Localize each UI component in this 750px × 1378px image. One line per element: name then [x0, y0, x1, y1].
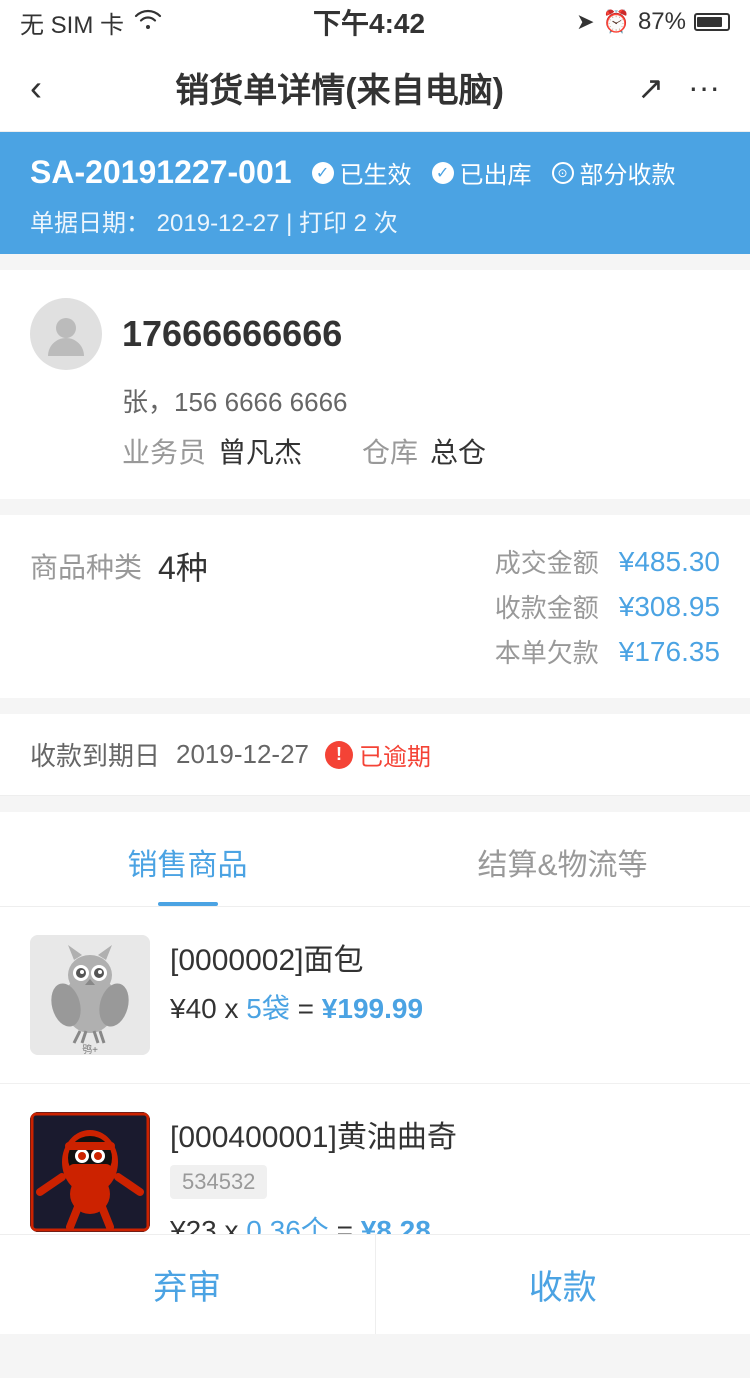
deal-amount-value: ¥485.30 [619, 546, 720, 578]
product-list: 鸮+ [0000002]面包 ¥40 x 5袋 = ¥199.99 [0, 907, 750, 1278]
order-id-text: SA-20191227-001 [30, 154, 292, 191]
nav-right-actions: ↗ ··· [637, 69, 720, 107]
overdue-icon: ! [325, 741, 353, 769]
stats-left: 商品种类 4种 [30, 543, 208, 589]
nav-bar: ‹ 销货单详情(来自电脑) ↗ ··· [0, 44, 750, 132]
overdue-badge: ! 已逾期 [325, 737, 431, 772]
tabs-section: 销售商品 结算&物流等 [0, 812, 750, 1278]
abandon-review-button[interactable]: 弃审 [0, 1235, 376, 1334]
stats-row: 商品种类 4种 成交金额 ¥485.30 收款金额 ¥308.95 本单欠款 ¥… [30, 543, 720, 670]
qty-unit-1: 5袋 [246, 993, 297, 1024]
check-icon-2: ✓ [432, 162, 454, 184]
equals-1: = [298, 993, 322, 1024]
debt-amount-row: 本单欠款 ¥176.35 [495, 633, 720, 670]
status-bar: 无 SIM 卡 下午4:42 ➤ ⏰ 87% [0, 0, 750, 44]
types-count: 4种 [158, 543, 208, 589]
customer-name-phone: 张，156 6666 6666 [30, 382, 720, 419]
product-info-1: [0000002]面包 ¥40 x 5袋 = ¥199.99 [170, 935, 720, 1027]
tab-settlement-logistics[interactable]: 结算&物流等 [375, 812, 750, 906]
avatar [30, 298, 102, 370]
receive-payment-button[interactable]: 收款 [376, 1235, 750, 1334]
stats-section: 商品种类 4种 成交金额 ¥485.30 收款金额 ¥308.95 本单欠款 ¥… [0, 515, 750, 698]
battery-icon [694, 13, 730, 31]
product-thumbnail-1: 鸮+ [30, 935, 150, 1055]
status-badge-shipped: ✓ 已出库 [432, 155, 532, 190]
customer-phone: 17666666666 [122, 313, 342, 355]
order-meta: 单据日期： 2019-12-27 | 打印 2 次 [30, 203, 720, 238]
status-right: ➤ ⏰ 87% [576, 8, 730, 36]
received-label: 收款金额 [495, 588, 599, 625]
product-name-2: [000400001]黄油曲奇 [170, 1112, 720, 1156]
due-date-label: 收款到期日 [30, 736, 160, 773]
customer-extra-info: 业务员 曾凡杰 仓库 总仓 [30, 431, 720, 471]
types-label: 商品种类 [30, 546, 142, 586]
tabs-header: 销售商品 结算&物流等 [0, 812, 750, 907]
wifi-icon [134, 8, 162, 36]
status-badge-effective: ✓ 已生效 [312, 155, 412, 190]
product-sku-2: 534532 [170, 1165, 267, 1199]
time-display: 下午4:42 [313, 2, 425, 42]
customer-section: 17666666666 张，156 6666 6666 业务员 曾凡杰 仓库 总… [0, 270, 750, 499]
product-item: 鸮+ [0000002]面包 ¥40 x 5袋 = ¥199.99 [0, 907, 750, 1084]
multiply-1: x [225, 993, 247, 1024]
warehouse-label: 仓库 [362, 431, 418, 471]
debt-amount-value: ¥176.35 [619, 636, 720, 668]
check-icon-1: ✓ [312, 162, 334, 184]
warehouse-name: 总仓 [430, 431, 486, 471]
carrier-label: 无 SIM 卡 [20, 5, 124, 40]
sales-name: 曾凡杰 [218, 431, 302, 471]
alarm-icon: ⏰ [603, 9, 630, 35]
svg-text:鸮+: 鸮+ [82, 1043, 98, 1055]
order-date: 2019-12-27 [157, 210, 280, 237]
price-1: ¥40 [170, 993, 217, 1024]
product-name-1: [0000002]面包 [170, 935, 720, 979]
debt-label: 本单欠款 [495, 633, 599, 670]
tab-sales-products[interactable]: 销售商品 [0, 812, 375, 906]
sales-info: 业务员 曾凡杰 [122, 431, 302, 471]
received-amount-value: ¥308.95 [619, 591, 720, 623]
warehouse-info: 仓库 总仓 [362, 431, 486, 471]
product-thumbnail-2 [30, 1112, 150, 1232]
sales-label: 业务员 [122, 431, 206, 471]
status-left: 无 SIM 卡 [20, 5, 162, 40]
order-header-banner: SA-20191227-001 ✓ 已生效 ✓ 已出库 ⊙ 部分收款 单据日期：… [0, 132, 750, 254]
more-button[interactable]: ··· [688, 69, 720, 106]
product-types: 商品种类 4种 [30, 543, 208, 589]
bottom-bar: 弃审 收款 [0, 1234, 750, 1334]
deal-amount-row: 成交金额 ¥485.30 [495, 543, 720, 580]
due-date-value: 2019-12-27 [176, 739, 309, 770]
date-label: 单据日期： [30, 210, 150, 237]
product-price-1: ¥40 x 5袋 = ¥199.99 [170, 987, 720, 1027]
total-1: ¥199.99 [322, 993, 423, 1024]
page-title: 销货单详情(来自电脑) [175, 63, 504, 112]
stats-right: 成交金额 ¥485.30 收款金额 ¥308.95 本单欠款 ¥176.35 [495, 543, 720, 670]
share-button[interactable]: ↗ [637, 69, 664, 107]
received-amount-row: 收款金额 ¥308.95 [495, 588, 720, 625]
product-info-2: [000400001]黄油曲奇 534532 ¥23 x 0.36个 = ¥8.… [170, 1112, 720, 1249]
location-icon: ➤ [576, 9, 594, 35]
back-button[interactable]: ‹ [30, 67, 42, 109]
status-badge-partial: ⊙ 部分收款 [552, 155, 676, 190]
clock-icon: ⊙ [552, 162, 574, 184]
deal-amount-label: 成交金额 [495, 543, 599, 580]
order-id-row: SA-20191227-001 ✓ 已生效 ✓ 已出库 ⊙ 部分收款 [30, 154, 720, 191]
customer-top-row: 17666666666 [30, 298, 720, 370]
overdue-text: 已逾期 [359, 737, 431, 772]
due-date-section: 收款到期日 2019-12-27 ! 已逾期 [0, 714, 750, 796]
battery-label: 87% [638, 8, 686, 36]
print-info: | 打印 2 次 [286, 210, 398, 237]
